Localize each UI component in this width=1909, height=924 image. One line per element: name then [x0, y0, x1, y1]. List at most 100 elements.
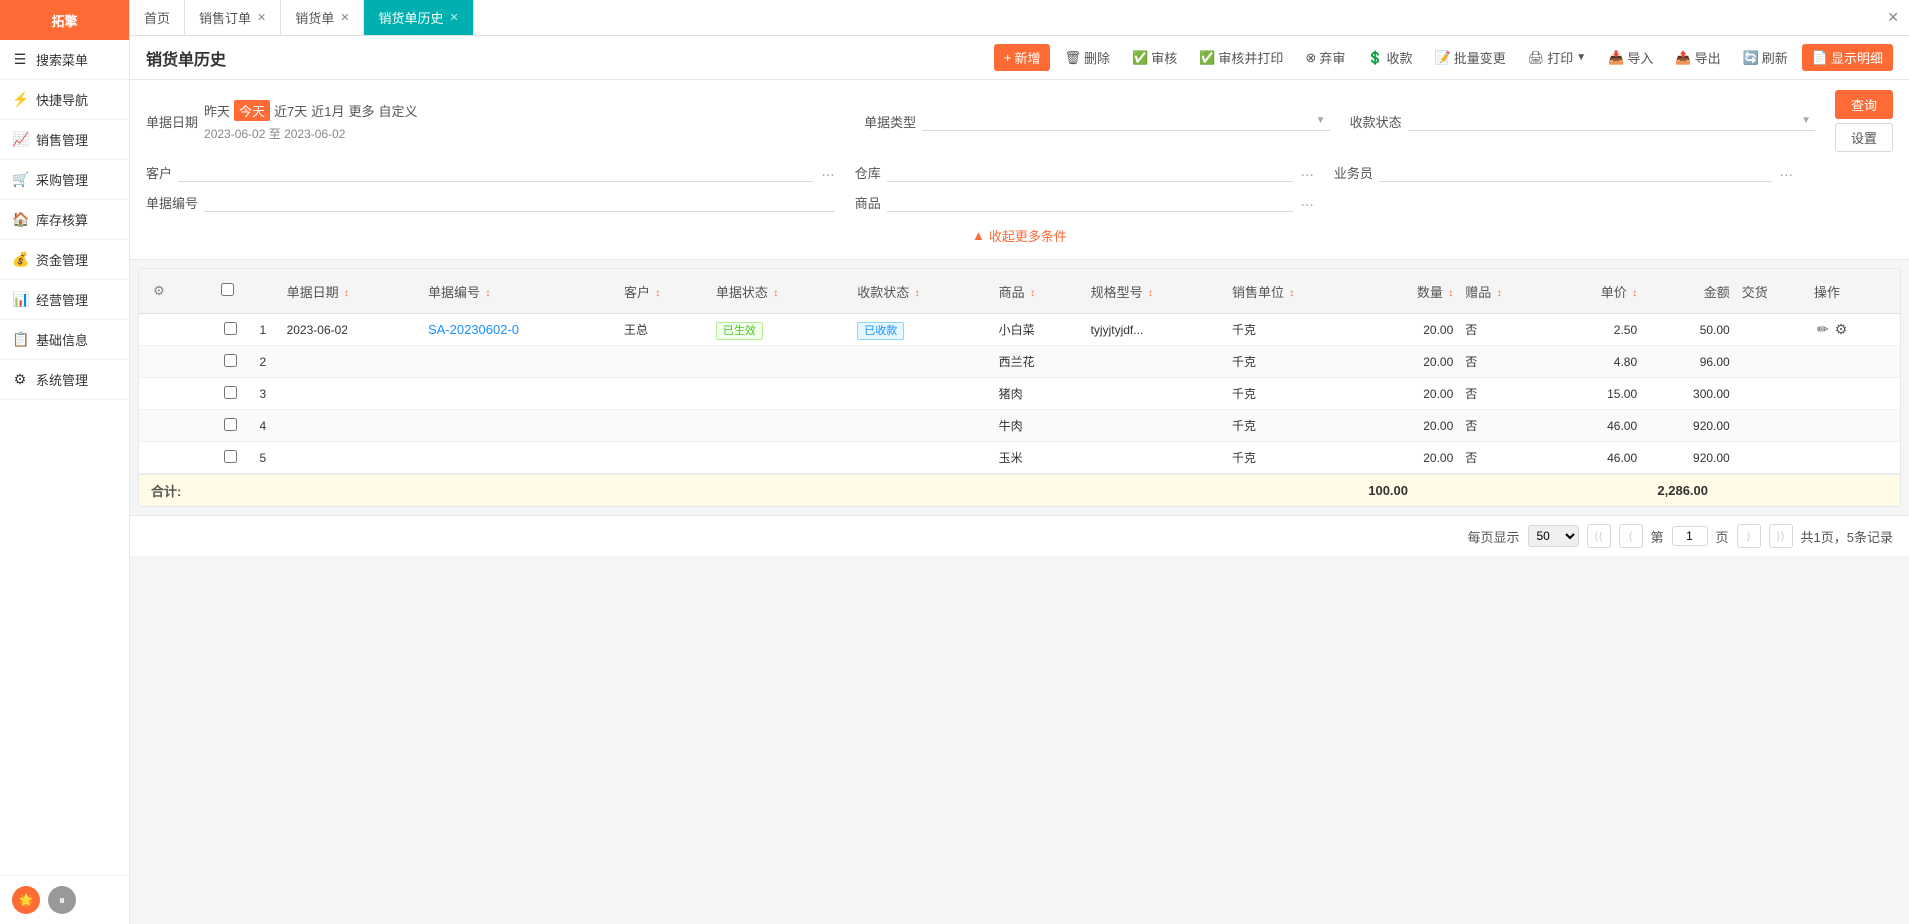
collect-button[interactable]: 💲 收款 — [1359, 44, 1420, 71]
tab-sales-order[interactable]: 销售订单 ✕ — [185, 0, 281, 35]
last-page-btn[interactable]: ⟩⟩ — [1769, 524, 1793, 548]
page-input[interactable] — [1672, 526, 1708, 546]
doc-no-input[interactable] — [204, 192, 835, 212]
sidebar-item-ops-mgmt[interactable]: 📊 经营管理 — [0, 280, 129, 320]
sidebar-item-purchase-mgmt[interactable]: 🛒 采购管理 — [0, 160, 129, 200]
th-unit-price[interactable]: 单价 ↕ — [1551, 269, 1643, 314]
action-edit-0[interactable]: ✏ — [1814, 321, 1832, 337]
sidebar-item-quick-nav[interactable]: ⚡ 快捷导航 — [0, 80, 129, 120]
th-goods[interactable]: 商品 ↕ — [993, 269, 1085, 314]
purchase-mgmt-icon: 🛒 — [12, 171, 28, 188]
sidebar-item-finance-mgmt[interactable]: 💰 资金管理 — [0, 240, 129, 280]
cell-doc-no[interactable]: SA-20230602-0 — [422, 314, 618, 346]
th-unit[interactable]: 销售单位 ↕ — [1226, 269, 1367, 314]
cell-row-num: 4 — [245, 410, 281, 442]
goods-input[interactable] — [887, 192, 1293, 212]
sidebar-item-inventory[interactable]: 🏠 库存核算 — [0, 200, 129, 240]
audit-print-button[interactable]: ✅ 审核并打印 — [1191, 44, 1291, 71]
date-shortcut-today[interactable]: 今天 — [234, 100, 270, 121]
date-shortcut-more[interactable]: 更多 — [349, 101, 375, 120]
cell-customer — [618, 378, 710, 410]
delete-button[interactable]: 🗑 删除 — [1056, 44, 1118, 71]
row-checkbox-4[interactable] — [224, 450, 237, 463]
th-spec[interactable]: 规格型号 ↕ — [1085, 269, 1226, 314]
sidebar-item-search-menu[interactable]: ☰ 搜索菜单 — [0, 40, 129, 80]
add-button[interactable]: + 新增 — [994, 44, 1051, 71]
sidebar-item-label: 经营管理 — [36, 290, 88, 309]
row-checkbox-3[interactable] — [224, 418, 237, 431]
app-logo: 拓擎 — [0, 0, 129, 40]
setting-button[interactable]: 设置 — [1835, 123, 1893, 152]
th-qty[interactable]: 数量 ↕ — [1367, 269, 1459, 314]
cell-doc-no[interactable] — [422, 378, 618, 410]
date-shortcut-1month[interactable]: 近1月 — [311, 101, 344, 120]
export-button[interactable]: 📤 导出 — [1667, 44, 1728, 71]
select-all-checkbox[interactable] — [221, 283, 234, 296]
cell-checkbox[interactable] — [215, 378, 245, 410]
customer-input[interactable] — [178, 162, 813, 182]
summary-qty: 100.00 — [1328, 483, 1408, 498]
tab-sales-goods[interactable]: 销货单 ✕ — [281, 0, 364, 35]
cell-doc-no[interactable] — [422, 346, 618, 378]
filter-collapse-btn[interactable]: ▲ 收起更多条件 — [146, 222, 1893, 249]
tab-sales-history[interactable]: 销货单历史 ✕ — [364, 0, 473, 35]
cell-transaction — [1736, 378, 1808, 410]
print-button[interactable]: 🖨 打印 ▼ — [1520, 44, 1594, 71]
batch-change-button[interactable]: 📝 批量变更 — [1427, 44, 1514, 71]
import-button[interactable]: 📥 导入 — [1600, 44, 1661, 71]
cell-spec — [1085, 378, 1226, 410]
th-customer[interactable]: 客户 ↕ — [618, 269, 710, 314]
th-collect-status[interactable]: 收款状态 ↕ — [851, 269, 992, 314]
sidebar-item-basic-info[interactable]: 📋 基础信息 — [0, 320, 129, 360]
cell-checkbox[interactable] — [215, 410, 245, 442]
batch-change-label: 批量变更 — [1454, 48, 1506, 67]
sales-staff-input[interactable] — [1379, 162, 1772, 182]
first-page-btn[interactable]: ⟨⟨ — [1587, 524, 1611, 548]
sys-mgmt-icon: ⚙ — [12, 371, 28, 388]
doc-type-select[interactable] — [926, 113, 1316, 128]
sidebar-bottom-icon1[interactable]: 🌟 — [12, 886, 40, 914]
date-shortcut-7days[interactable]: 近7天 — [274, 101, 307, 120]
prev-page-btn[interactable]: ⟨ — [1619, 524, 1643, 548]
collect-status-select[interactable] — [1412, 113, 1802, 128]
row-checkbox-2[interactable] — [224, 386, 237, 399]
date-shortcut-yesterday[interactable]: 昨天 — [204, 101, 230, 120]
th-doc-status[interactable]: 单据状态 ↕ — [710, 269, 851, 314]
tab-sales-goods-close[interactable]: ✕ — [340, 11, 349, 24]
next-page-btn[interactable]: ⟩ — [1737, 524, 1761, 548]
page-size-select[interactable]: 50 100 — [1528, 525, 1579, 547]
tab-sales-history-close[interactable]: ✕ — [450, 11, 459, 24]
filter-item-warehouse: 仓库 ... — [855, 162, 1314, 182]
sidebar-item-sales-mgmt[interactable]: 📈 销售管理 — [0, 120, 129, 160]
cell-doc-no[interactable] — [422, 410, 618, 442]
tab-sales-order-label: 销售订单 — [199, 8, 251, 27]
action-more-0[interactable]: ⚙ — [1832, 321, 1851, 337]
discard-button[interactable]: ⊗ 弃审 — [1297, 44, 1353, 71]
sidebar-bottom-pause[interactable]: ⏸ — [48, 886, 76, 914]
cell-checkbox[interactable] — [215, 314, 245, 346]
tab-sales-order-close[interactable]: ✕ — [257, 11, 266, 24]
th-gift[interactable]: 赠品 ↕ — [1459, 269, 1551, 314]
th-doc-no[interactable]: 单据编号 ↕ — [422, 269, 618, 314]
th-doc-date[interactable]: 单据日期 ↕ — [281, 269, 422, 314]
warehouse-dots[interactable]: ... — [1301, 163, 1314, 181]
cell-checkbox[interactable] — [215, 346, 245, 378]
sidebar-item-sys-mgmt[interactable]: ⚙ 系统管理 — [0, 360, 129, 400]
date-shortcut-custom[interactable]: 自定义 — [379, 101, 418, 120]
refresh-button[interactable]: 🔄 刷新 — [1735, 44, 1796, 71]
sales-staff-dots[interactable]: ... — [1780, 163, 1793, 181]
row-checkbox-1[interactable] — [224, 354, 237, 367]
row-checkbox-0[interactable] — [224, 322, 237, 335]
column-settings-icon[interactable]: ⚙ — [145, 277, 173, 305]
customer-dots[interactable]: ... — [821, 163, 834, 181]
query-button[interactable]: 查询 — [1835, 90, 1893, 119]
cell-transaction — [1736, 346, 1808, 378]
audit-button[interactable]: ✅ 审核 — [1124, 44, 1185, 71]
cell-doc-no[interactable] — [422, 442, 618, 474]
tab-home[interactable]: 首页 — [130, 0, 185, 35]
warehouse-input[interactable] — [887, 162, 1293, 182]
cell-checkbox[interactable] — [215, 442, 245, 474]
show-detail-button[interactable]: 📄 显示明细 — [1802, 44, 1893, 71]
tab-bar-global-close[interactable]: ✕ — [1887, 9, 1899, 26]
goods-dots[interactable]: ... — [1301, 193, 1314, 211]
